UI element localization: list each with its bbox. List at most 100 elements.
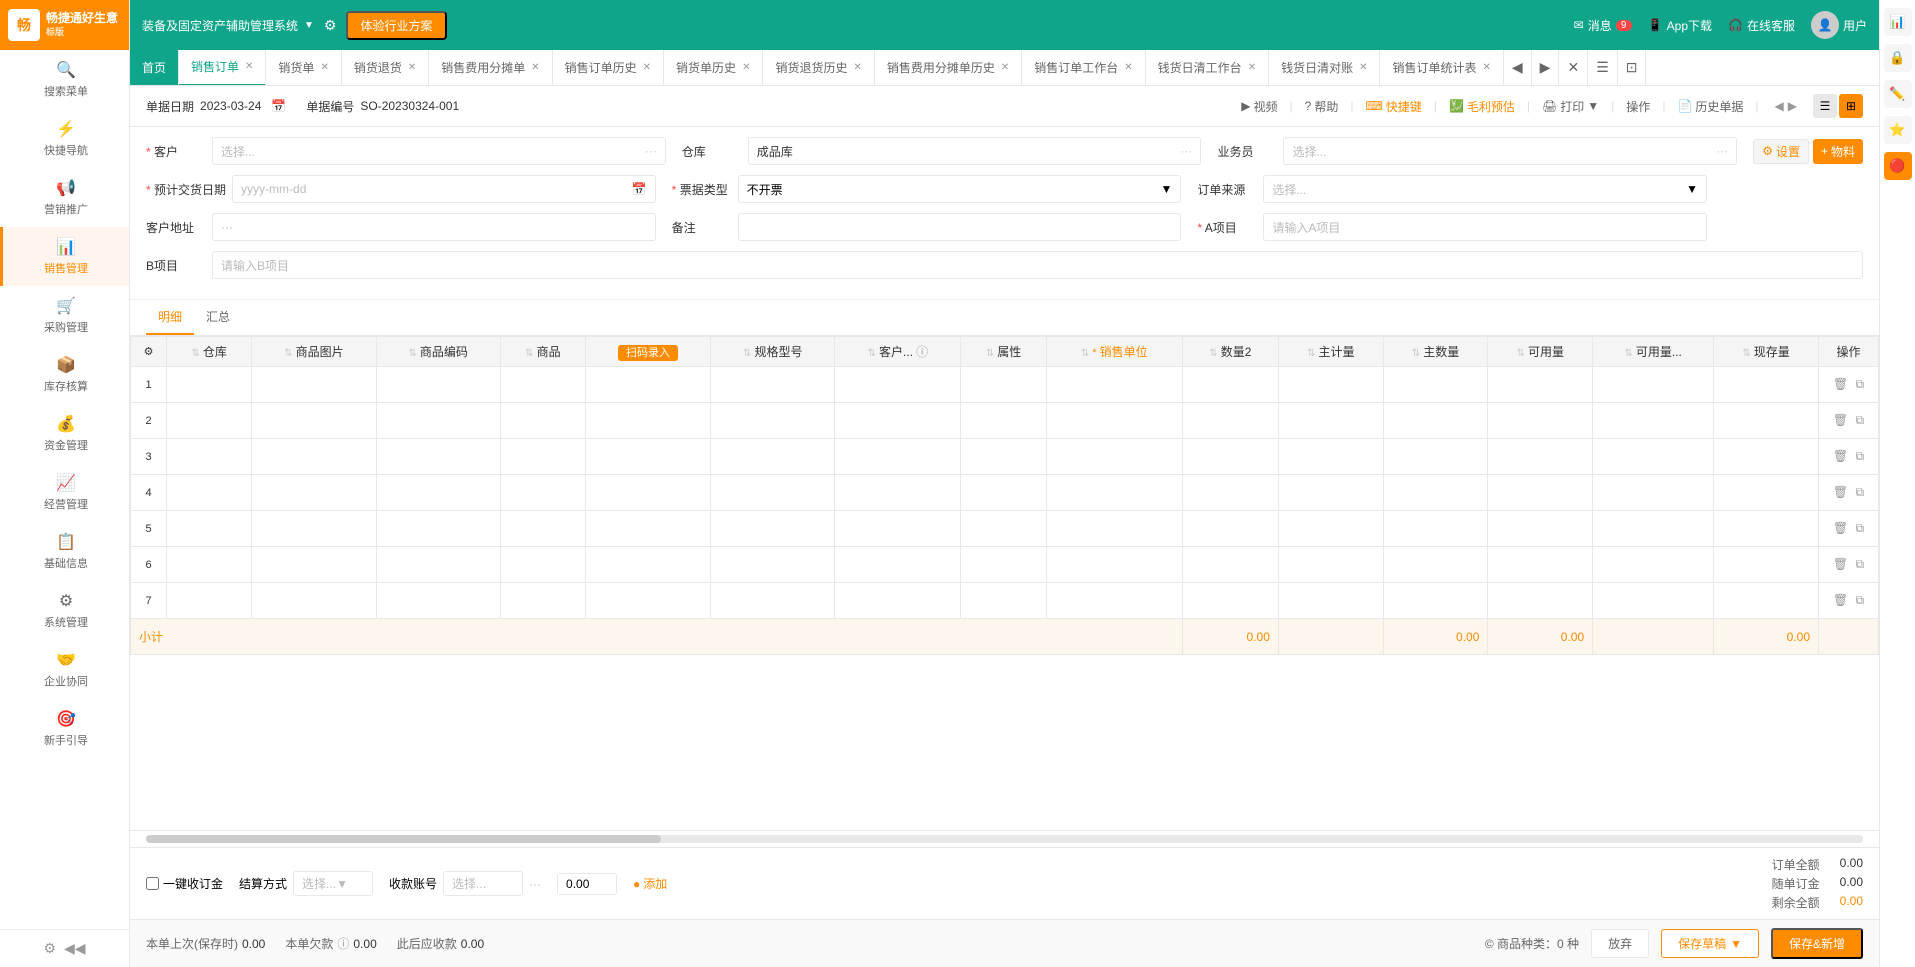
profit-btn[interactable]: 💹 毛利预估	[1449, 98, 1515, 115]
tab-close-daily-reconcile[interactable]: ✕	[1359, 62, 1367, 73]
row-5-delete-icon[interactable]: 🗑	[1833, 521, 1848, 535]
tab-next-btn[interactable]: ▶	[1532, 50, 1560, 86]
tab-close-order-workbench[interactable]: ✕	[1124, 62, 1132, 73]
sidebar-item-purchase[interactable]: 🛒 采购管理	[0, 286, 129, 345]
row-1-code[interactable]	[376, 367, 500, 403]
order-source-select[interactable]: 选择... ▼	[1263, 175, 1707, 203]
tab-sales-bill[interactable]: 销货单 ✕	[266, 50, 341, 86]
row-6-delete-icon[interactable]: 🗑	[1833, 557, 1848, 571]
row-2-goods[interactable]	[500, 403, 585, 439]
auto-settle-checkbox[interactable]	[146, 877, 159, 890]
sidebar-collapse-icon[interactable]: ◀◀	[64, 940, 86, 957]
prev-record-icon[interactable]: ◀	[1775, 99, 1784, 113]
row-1-unit[interactable]	[1046, 367, 1182, 403]
topbar-message[interactable]: ✉ 消息 9	[1574, 17, 1632, 34]
tab-sales-order[interactable]: 销售订单 ✕	[179, 50, 266, 86]
a-project-input[interactable]: 请输入A项目	[1263, 213, 1707, 241]
row-1-available2[interactable]	[1593, 367, 1714, 403]
row-1-main-qty[interactable]	[1383, 367, 1488, 403]
sidebar-item-marketing[interactable]: 📢 营销推广	[0, 168, 129, 227]
tab-return[interactable]: 销货退货 ✕	[342, 50, 429, 86]
tab-close-order-history[interactable]: ✕	[643, 62, 651, 73]
sidebar-item-system[interactable]: ⚙ 系统管理	[0, 581, 129, 640]
row-1-qty2[interactable]	[1182, 367, 1278, 403]
add-item-btn[interactable]: + 物料	[1813, 139, 1863, 164]
row-1-spec[interactable]	[711, 367, 835, 403]
row-1-stock[interactable]	[1714, 367, 1819, 403]
scroll-track[interactable]	[146, 835, 1863, 843]
sidebar-item-basicinfo[interactable]: 📋 基础信息	[0, 522, 129, 581]
row-4-copy-icon[interactable]: ⧉	[1856, 485, 1865, 499]
topbar-user[interactable]: 👤 用户	[1811, 11, 1867, 39]
discard-button[interactable]: 放弃	[1591, 929, 1649, 958]
row-1-copy-icon[interactable]: ⧉	[1856, 377, 1865, 391]
row-4-actions[interactable]: 🗑 ⧉	[1819, 475, 1879, 511]
solution-button[interactable]: 体验行业方案	[346, 11, 446, 40]
tab-close-expense-history[interactable]: ✕	[1001, 62, 1009, 73]
row-2-image[interactable]	[252, 403, 376, 439]
tab-daily-reconcile[interactable]: 钱货日清对账 ✕	[1269, 50, 1380, 86]
sidebar-item-finance[interactable]: 💰 资金管理	[0, 404, 129, 463]
row-2-available2[interactable]	[1593, 403, 1714, 439]
right-panel-alert-icon[interactable]: 🔴	[1884, 152, 1912, 180]
sidebar-item-search[interactable]: 🔍 搜索菜单	[0, 50, 129, 109]
row-2-qty2[interactable]	[1182, 403, 1278, 439]
account-select[interactable]: 选择...	[443, 871, 523, 896]
tab-expense-history[interactable]: 销售费用分摊单历史 ✕	[875, 50, 1022, 86]
invoice-select[interactable]: 不开票 ▼	[738, 175, 1182, 203]
operation-btn[interactable]: 操作	[1626, 98, 1650, 115]
th-settings[interactable]: ⚙	[131, 337, 167, 367]
row-2-stock[interactable]	[1714, 403, 1819, 439]
sidebar-item-operations[interactable]: 📈 经营管理	[0, 463, 129, 522]
tab-close-bill-history[interactable]: ✕	[742, 62, 750, 73]
tab-close-stats[interactable]: ✕	[1483, 62, 1491, 73]
row-1-scan[interactable]	[586, 367, 711, 403]
delivery-input[interactable]: yyyy-mm-dd 📅	[232, 175, 656, 203]
b-project-input[interactable]: 请输入B项目	[212, 251, 1863, 279]
row-2-actions[interactable]: 🗑 ⧉	[1819, 403, 1879, 439]
row-2-code[interactable]	[376, 403, 500, 439]
list-view-icon[interactable]: ☰	[1813, 94, 1837, 118]
row-1-goods[interactable]	[500, 367, 585, 403]
memo-input[interactable]	[738, 213, 1182, 241]
tab-daily-workbench[interactable]: 钱货日清工作台 ✕	[1146, 50, 1269, 86]
save-draft-button[interactable]: 保存草稿 ▼	[1661, 929, 1759, 958]
save-draft-dropdown-icon[interactable]: ▼	[1730, 937, 1742, 951]
sidebar-item-nav[interactable]: ⚡ 快捷导航	[0, 109, 129, 168]
tab-close-all-btn[interactable]: ✕	[1559, 50, 1588, 86]
row-7-copy-icon[interactable]: ⧉	[1856, 593, 1865, 607]
scroll-area[interactable]	[130, 830, 1879, 847]
row-1-main-unit[interactable]	[1278, 367, 1383, 403]
tab-stats[interactable]: 销售订单统计表 ✕	[1380, 50, 1503, 86]
tab-close-expense-split[interactable]: ✕	[531, 62, 539, 73]
help-btn[interactable]: ? 帮助	[1305, 98, 1339, 115]
row-1-warehouse[interactable]	[167, 367, 252, 403]
row-3-actions[interactable]: 🗑 ⧉	[1819, 439, 1879, 475]
topbar-app-download[interactable]: 📱 App下载	[1648, 17, 1712, 34]
tab-close-sales-order[interactable]: ✕	[245, 61, 253, 72]
row-2-unit[interactable]	[1046, 403, 1182, 439]
right-panel-lock-icon[interactable]: 🔒	[1884, 44, 1912, 72]
tab-return-history[interactable]: 销货退货历史 ✕	[763, 50, 874, 86]
row-5-copy-icon[interactable]: ⧉	[1856, 521, 1865, 535]
topbar-gear-icon[interactable]: ⚙	[324, 17, 337, 34]
row-2-attr[interactable]	[961, 403, 1046, 439]
history-btn[interactable]: 📄 历史单据	[1677, 98, 1743, 115]
add-btn[interactable]: ● 添加	[633, 875, 667, 892]
amount-input[interactable]: 0.00	[557, 873, 617, 895]
settle-method-select[interactable]: 选择... ▼	[293, 871, 373, 896]
right-panel-edit-icon[interactable]: ✏️	[1884, 80, 1912, 108]
detail-tab-summary[interactable]: 汇总	[194, 300, 242, 335]
tab-close-sales-bill[interactable]: ✕	[320, 62, 328, 73]
staff-input[interactable]: 选择... ···	[1283, 137, 1737, 165]
row-1-image[interactable]	[252, 367, 376, 403]
sidebar-item-enterprise[interactable]: 🤝 企业协同	[0, 640, 129, 699]
print-btn[interactable]: 🖨 打印 ▼	[1542, 98, 1599, 115]
tab-maximize-btn[interactable]: ⊡	[1618, 50, 1647, 86]
row-2-main-qty[interactable]	[1383, 403, 1488, 439]
tab-close-daily-workbench[interactable]: ✕	[1248, 62, 1256, 73]
sidebar-item-sales[interactable]: 📊 销售管理	[0, 227, 129, 286]
row-2-main-unit[interactable]	[1278, 403, 1383, 439]
sidebar-item-inventory[interactable]: 📦 库存核算	[0, 345, 129, 404]
shortcut-btn[interactable]: ⌨ 快捷键	[1365, 98, 1421, 115]
